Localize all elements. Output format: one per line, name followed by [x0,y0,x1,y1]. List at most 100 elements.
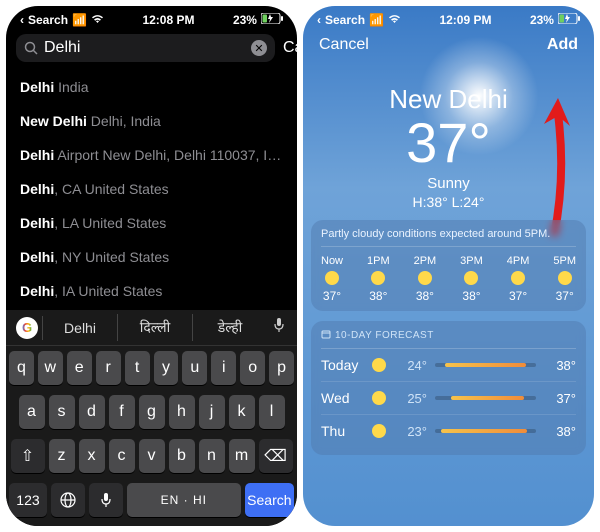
sun-icon [418,271,432,285]
search-input[interactable] [44,39,251,57]
mic-icon[interactable] [267,317,291,338]
key-mic[interactable] [89,483,123,517]
weather-add-screen: ‹ Search 📶 12:09 PM 23% Cancel Add New D… [303,6,594,526]
sun-icon [325,271,339,285]
calendar-icon [321,329,331,342]
search-row: ✕ Cancel [6,30,297,70]
sun-icon [367,358,391,372]
hour-col: Now37° [321,255,343,303]
key-r[interactable]: r [96,351,121,385]
key-m[interactable]: m [229,439,255,473]
result-item[interactable]: Delhi Airport New Delhi, Delhi 110037, I… [20,138,283,172]
google-icon[interactable]: G [16,317,38,339]
key-e[interactable]: e [67,351,92,385]
result-item[interactable]: Delhi, NY United States [20,240,283,274]
forecast-row: Wed25°37° [321,382,576,415]
back-chevron-icon[interactable]: ‹ [317,13,321,27]
key-123[interactable]: 123 [9,483,47,517]
key-b[interactable]: b [169,439,195,473]
key-search[interactable]: Search [245,483,294,517]
key-f[interactable]: f [109,395,135,429]
day-hi: 38° [544,424,576,439]
hi-lo: H:38° L:24° [303,194,594,210]
day-name: Wed [321,390,367,406]
result-item[interactable]: Delhi, CA United States [20,172,283,206]
key-s[interactable]: s [49,395,75,429]
back-label[interactable]: Search [325,13,365,27]
battery-pct: 23% [233,13,257,27]
result-item[interactable]: Delhi India [20,70,283,104]
key-i[interactable]: i [211,351,236,385]
add-button[interactable]: Add [547,36,578,54]
result-item[interactable]: Delhi, IA United States [20,274,283,308]
key-h[interactable]: h [169,395,195,429]
hour-label: 2PM [414,255,437,267]
key-g[interactable]: g [139,395,165,429]
sun-icon [558,271,572,285]
result-item[interactable]: New Delhi Delhi, India [20,104,283,138]
key-t[interactable]: t [125,351,150,385]
key-q[interactable]: q [9,351,34,385]
forecast-header-text: 10-DAY FORECAST [335,330,434,341]
sun-icon [371,271,385,285]
key-globe[interactable] [51,483,85,517]
condition: Sunny [303,175,594,192]
key-c[interactable]: c [109,439,135,473]
key-l[interactable]: l [259,395,285,429]
cancel-button[interactable]: Cancel [319,36,369,54]
clock: 12:09 PM [439,13,491,27]
key-v[interactable]: v [139,439,165,473]
key-k[interactable]: k [229,395,255,429]
hour-temp: 37° [509,289,527,303]
hour-col: 2PM38° [414,255,437,303]
key-p[interactable]: p [269,351,294,385]
clear-icon[interactable]: ✕ [251,40,267,56]
suggestion[interactable]: Delhi [42,316,117,340]
key-backspace[interactable]: ⌫ [259,439,293,473]
hour-label: 3PM [460,255,483,267]
key-y[interactable]: y [154,351,179,385]
back-label[interactable]: Search [28,13,68,27]
sun-glare [419,36,539,156]
sun-icon [367,424,391,438]
key-space[interactable]: EN · HI [127,483,241,517]
keyboard: G Delhi दिल्ली डेल्ही qwertyuiop asdfghj… [6,310,297,526]
suggestion[interactable]: दिल्ली [117,314,192,341]
temp-bar [435,396,536,400]
hour-col: 1PM38° [367,255,390,303]
back-chevron-icon[interactable]: ‹ [20,13,24,27]
status-bar: ‹ Search 📶 12:09 PM 23% [303,6,594,30]
temp-bar [435,429,536,433]
hour-temp: 38° [462,289,480,303]
hour-label: 5PM [553,255,576,267]
cancel-button[interactable]: Cancel [283,39,297,57]
key-n[interactable]: n [199,439,225,473]
key-d[interactable]: d [79,395,105,429]
day-name: Today [321,357,367,373]
battery-pct: 23% [530,13,554,27]
result-item[interactable]: Delhi, LA United States [20,206,283,240]
clock: 12:08 PM [142,13,194,27]
key-w[interactable]: w [38,351,63,385]
hour-col: 4PM 37° [507,255,530,303]
key-x[interactable]: x [79,439,105,473]
suggestion-row: G Delhi दिल्ली डेल्ही [6,310,297,346]
forecast-row: Today24°38° [321,349,576,382]
sun-icon [511,271,525,285]
search-screen: ‹ Search 📶 12:08 PM 23% ✕ Cancel Delhi I… [6,6,297,526]
wifi-icon [91,13,104,27]
day-lo: 25° [391,391,427,406]
key-j[interactable]: j [199,395,225,429]
hour-col: 3PM 38° [460,255,483,303]
results-list: Delhi IndiaNew Delhi Delhi, IndiaDelhi A… [6,70,297,342]
suggestion[interactable]: डेल्ही [192,314,267,341]
key-z[interactable]: z [49,439,75,473]
wifi-icon [388,13,401,27]
forecast-row: Thu23°38° [321,415,576,447]
key-o[interactable]: o [240,351,265,385]
key-a[interactable]: a [19,395,45,429]
search-field[interactable]: ✕ [16,34,275,62]
key-u[interactable]: u [182,351,207,385]
hour-label: 4PM [507,255,530,267]
key-shift[interactable]: ⇧ [11,439,45,473]
